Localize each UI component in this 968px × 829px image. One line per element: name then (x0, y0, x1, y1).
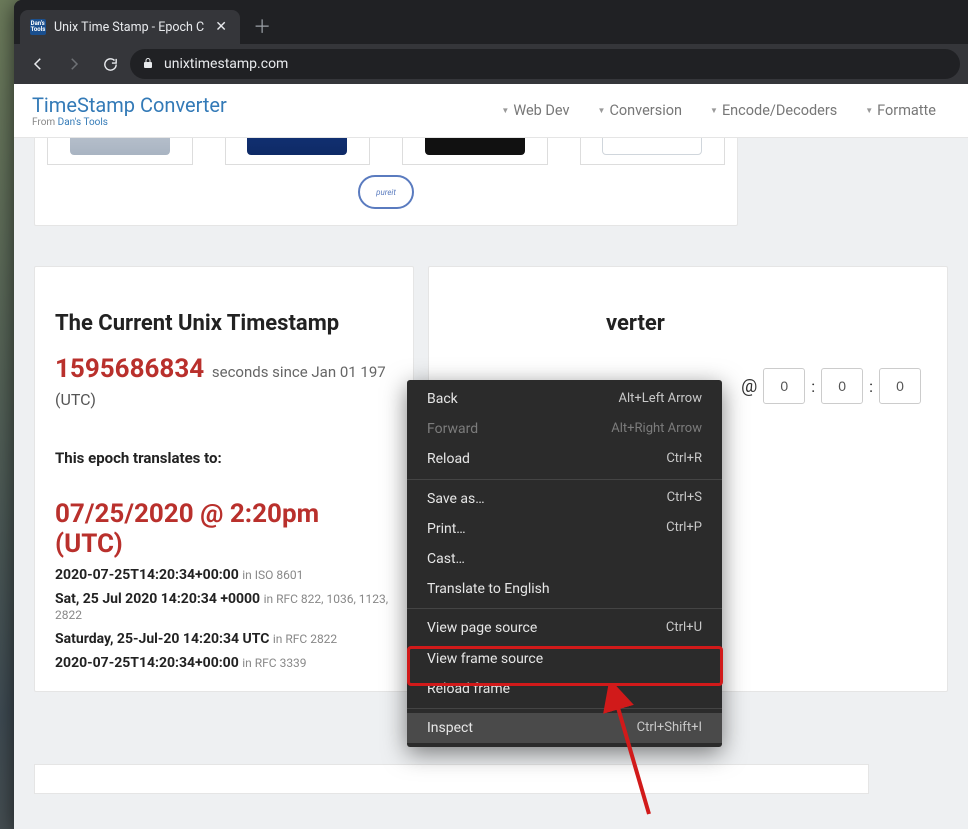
hours-input[interactable] (763, 368, 805, 404)
context-menu-item-print[interactable]: Print… Ctrl+P (407, 514, 722, 544)
format-line: 2020-07-25T14:20:34+00:00 in RFC 3339 (55, 655, 393, 671)
caret-down-icon: ▼ (598, 106, 606, 115)
ad-banner[interactable]: pureit (34, 138, 738, 226)
context-menu-shortcut: Alt+Right Arrow (611, 421, 702, 438)
favicon: Dan's Tools (30, 19, 46, 35)
heading-current-timestamp: The Current Unix Timestamp (55, 311, 393, 336)
human-date: 07/25/2020 @ 2:20pm (UTC) (55, 499, 393, 559)
context-menu-label: Back (427, 390, 458, 408)
context-menu-shortcut: Ctrl+Shift+I (637, 720, 702, 737)
epoch-translates-label: This epoch translates to: (55, 449, 393, 467)
nav-webdev[interactable]: ▼Web Dev (487, 84, 583, 138)
context-menu-separator (407, 708, 722, 709)
format-line: Sat, 25 Jul 2020 14:20:34 +0000 in RFC 8… (55, 591, 393, 623)
current-timestamp-card: The Current Unix Timestamp 1595686834 se… (34, 266, 414, 692)
lock-icon (142, 56, 154, 73)
site-navbar: TimeStamp Converter From Dan's Tools ▼We… (14, 84, 968, 138)
tab-strip: Dan's Tools Unix Time Stamp - Epoch C ✕ … (14, 0, 968, 44)
format-line: 2020-07-25T14:20:34+00:00 in ISO 8601 (55, 567, 393, 583)
context-menu-label: View frame source (427, 650, 543, 668)
close-tab-icon[interactable]: ✕ (212, 19, 230, 35)
forward-button[interactable] (58, 48, 90, 80)
ad-thumb (225, 138, 371, 165)
nav-formatters[interactable]: ▼Formatte (851, 84, 950, 138)
context-menu-shortcut: Alt+Left Arrow (618, 391, 702, 408)
context-menu-label: Print… (427, 520, 466, 538)
context-menu-label: Reload frame (427, 680, 510, 698)
ad-thumb (47, 138, 193, 165)
context-menu-item-back[interactable]: Back Alt+Left Arrow (407, 384, 722, 414)
context-menu-item-reload-frame[interactable]: Reload frame (407, 674, 722, 704)
ad-thumb (580, 138, 726, 165)
context-menu-item-translate-to-english[interactable]: Translate to English (407, 574, 722, 604)
context-menu-label: View page source (427, 619, 537, 637)
format-line: Saturday, 25-Jul-20 14:20:34 UTC in RFC … (55, 631, 393, 647)
colon: : (869, 377, 873, 396)
context-menu-label: Reload (427, 450, 470, 468)
heading-converter: Timestamp Converter (449, 311, 927, 336)
ad-thumb (402, 138, 548, 165)
context-menu-item-view-page-source[interactable]: View page source Ctrl+U (407, 613, 722, 643)
caret-down-icon: ▼ (865, 106, 873, 115)
caret-down-icon: ▼ (501, 106, 509, 115)
utc-label: (UTC) (55, 390, 393, 409)
seconds-input[interactable] (879, 368, 921, 404)
ad-logo: pureit (358, 175, 414, 209)
page-viewport: TimeStamp Converter From Dan's Tools ▼We… (14, 84, 968, 829)
unix-timestamp-value: 1595686834 (55, 354, 204, 384)
minutes-input[interactable] (821, 368, 863, 404)
context-menu-shortcut: Ctrl+U (666, 620, 702, 637)
timestamp-subtitle: seconds since Jan 01 197 (208, 363, 386, 381)
context-menu-label: Translate to English (427, 580, 550, 598)
url-text: unixtimestamp.com (164, 56, 288, 72)
reload-button[interactable] (94, 48, 126, 80)
context-menu: Back Alt+Left Arrow Forward Alt+Right Arrow… (407, 380, 722, 747)
context-menu-separator (407, 608, 722, 609)
arrow-right-icon (65, 55, 83, 73)
context-menu-label: Inspect (427, 719, 473, 737)
context-menu-shortcut: Ctrl+P (666, 520, 702, 537)
reload-icon (102, 56, 119, 73)
address-bar[interactable]: unixtimestamp.com (130, 49, 960, 79)
nav-conversion[interactable]: ▼Conversion (584, 84, 696, 138)
context-menu-item-cast[interactable]: Cast… (407, 544, 722, 574)
context-menu-label: Forward (427, 420, 478, 438)
browser-toolbar: unixtimestamp.com (14, 44, 968, 84)
brand-subtitle: From Dan's Tools (32, 117, 227, 128)
context-menu-item-save-as[interactable]: Save as… Ctrl+S (407, 484, 722, 514)
context-menu-item-view-frame-source[interactable]: View frame source (407, 644, 722, 674)
brand-title: TimeStamp Converter (32, 93, 227, 117)
context-menu-item-reload[interactable]: Reload Ctrl+R (407, 444, 722, 474)
context-menu-label: Save as… (427, 490, 485, 508)
active-tab[interactable]: Dan's Tools Unix Time Stamp - Epoch C ✕ (20, 10, 240, 44)
nav-encode-decoders[interactable]: ▼Encode/Decoders (696, 84, 851, 138)
caret-down-icon: ▼ (710, 106, 718, 115)
context-menu-separator (407, 479, 722, 480)
context-menu-label: Cast… (427, 550, 465, 568)
back-button[interactable] (22, 48, 54, 80)
context-menu-shortcut: Ctrl+S (667, 490, 702, 507)
browser-window: Dan's Tools Unix Time Stamp - Epoch C ✕ … (14, 0, 968, 829)
arrow-left-icon (29, 55, 47, 73)
context-menu-item-forward: Forward Alt+Right Arrow (407, 414, 722, 444)
new-tab-button[interactable]: ＋ (248, 12, 276, 40)
tab-title: Unix Time Stamp - Epoch C (54, 20, 204, 35)
context-menu-shortcut: Ctrl+R (666, 451, 702, 468)
brand[interactable]: TimeStamp Converter From Dan's Tools (32, 93, 227, 128)
empty-card (34, 764, 869, 794)
colon: : (811, 377, 815, 396)
at-symbol: @ (741, 376, 757, 397)
context-menu-item-inspect[interactable]: Inspect Ctrl+Shift+I (407, 713, 722, 743)
